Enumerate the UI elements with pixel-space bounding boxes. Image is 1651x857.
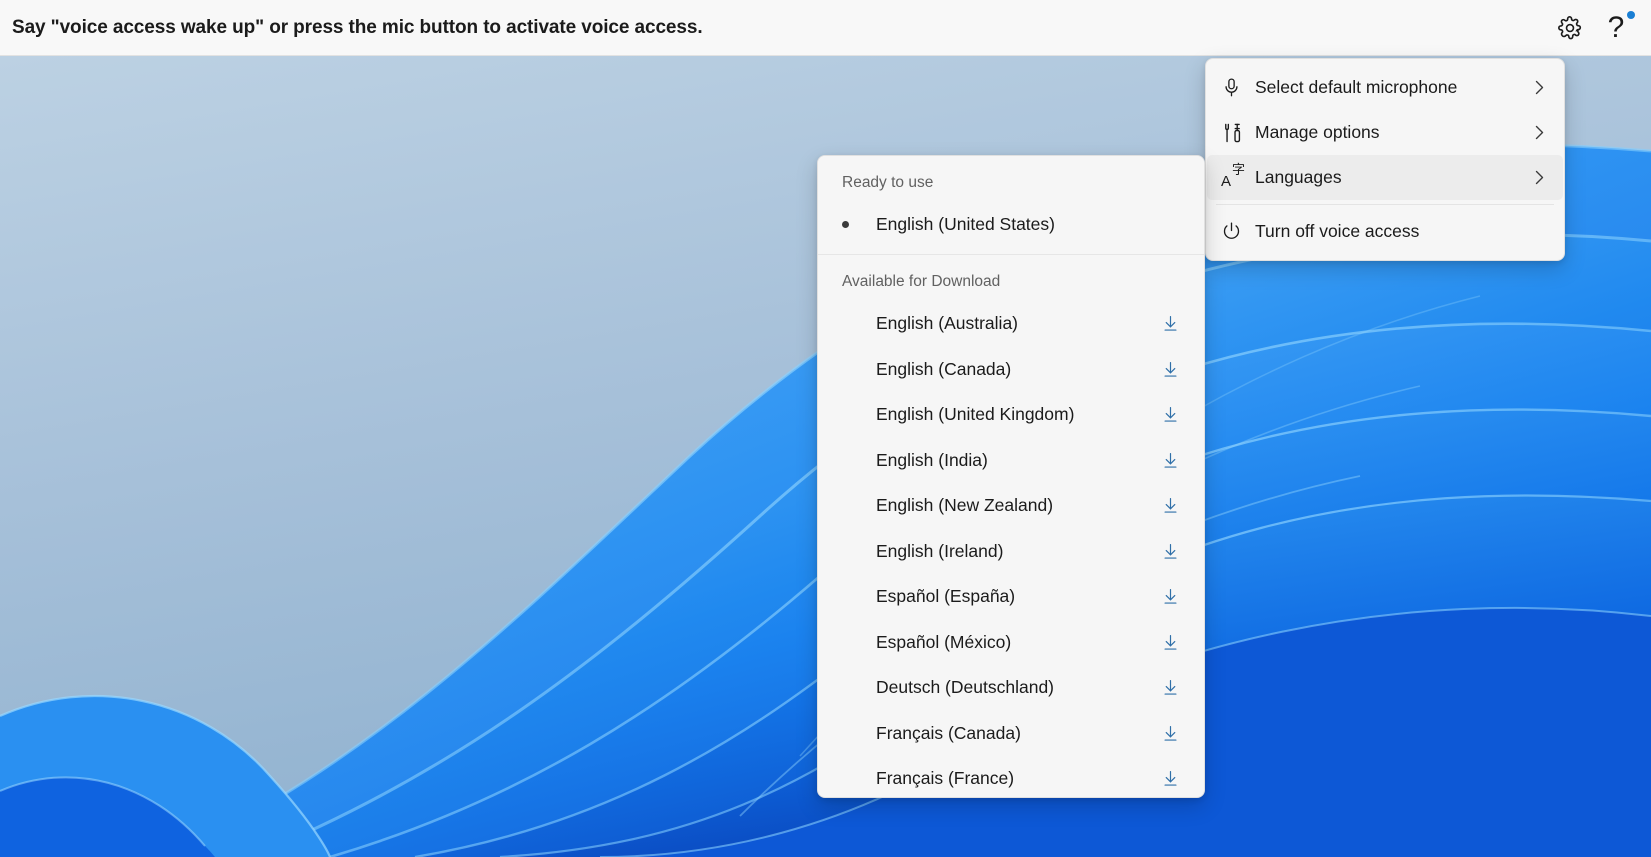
download-icon[interactable] [1156, 542, 1184, 561]
menu-item-label: Turn off voice access [1255, 221, 1420, 241]
ready-to-use-group: Ready to use English (United States) [818, 156, 1204, 255]
chevron-right-icon [1529, 80, 1549, 95]
settings-context-menu: Select default microphone Manage options… [1205, 58, 1565, 261]
language-label: Deutsch (Deutschland) [876, 677, 1054, 698]
download-language-row[interactable]: English (Canada) [818, 347, 1204, 393]
voice-access-bar: Say "voice access wake up" or press the … [0, 0, 1651, 56]
microphone-icon [1221, 77, 1255, 98]
ready-to-use-heading: Ready to use [842, 174, 934, 191]
language-label: Español (España) [876, 586, 1016, 607]
menu-item-manage-options[interactable]: Manage options [1207, 110, 1563, 155]
download-icon[interactable] [1156, 769, 1184, 788]
language-label: English (Australia) [876, 313, 1018, 334]
download-language-row[interactable]: English (India) [818, 438, 1204, 484]
language-label: English (United States) [876, 213, 1055, 234]
download-icon[interactable] [1156, 314, 1184, 333]
power-icon [1221, 221, 1255, 242]
download-language-row[interactable]: English (United Kingdom) [818, 392, 1204, 438]
download-language-row[interactable]: Deutsch (Deutschland) [818, 665, 1204, 711]
download-language-row[interactable]: Español (España) [818, 574, 1204, 620]
voice-access-prompt: Say "voice access wake up" or press the … [12, 16, 703, 38]
language-row-english-united-states[interactable]: English (United States) [818, 202, 1204, 246]
menu-separator [1216, 204, 1554, 205]
download-icon[interactable] [1156, 587, 1184, 606]
tools-icon [1221, 122, 1255, 144]
language-label: Français (France) [876, 768, 1015, 789]
question-mark-icon: ? [1607, 10, 1625, 44]
download-icon[interactable] [1156, 633, 1184, 652]
menu-item-languages[interactable]: A 字 Languages [1207, 155, 1563, 200]
menu-item-label: Languages [1255, 167, 1342, 187]
download-language-row[interactable]: English (Australia) [818, 301, 1204, 347]
languages-flyout: Ready to use English (United States) Ava… [817, 155, 1205, 798]
available-for-download-heading: Available for Download [842, 273, 1001, 290]
language-label: English (Ireland) [876, 540, 1004, 561]
language-label: English (India) [876, 449, 988, 470]
menu-item-turn-off-voice-access[interactable]: Turn off voice access [1207, 209, 1563, 254]
download-icon[interactable] [1156, 405, 1184, 424]
download-icon[interactable] [1156, 724, 1184, 743]
chevron-right-icon [1529, 170, 1549, 185]
gear-icon [1557, 15, 1583, 41]
language-label: English (New Zealand) [876, 495, 1054, 516]
selected-bullet-icon [842, 220, 876, 228]
settings-button[interactable] [1547, 5, 1593, 51]
download-language-row[interactable]: Español (México) [818, 620, 1204, 666]
menu-item-select-default-microphone[interactable]: Select default microphone [1207, 65, 1563, 110]
download-icon[interactable] [1156, 360, 1184, 379]
download-language-row[interactable]: Français (France) [818, 756, 1204, 797]
download-icon[interactable] [1156, 496, 1184, 515]
language-icon: A 字 [1221, 162, 1245, 190]
download-icon[interactable] [1156, 451, 1184, 470]
language-label: Français (Canada) [876, 722, 1021, 743]
download-icon[interactable] [1156, 678, 1184, 697]
menu-item-label: Select default microphone [1255, 77, 1458, 97]
download-language-list: English (Australia) English (Canada) Engli… [818, 301, 1204, 797]
download-language-row[interactable]: Français (Canada) [818, 711, 1204, 757]
menu-item-label: Manage options [1255, 122, 1380, 142]
help-button[interactable]: ? [1593, 5, 1639, 51]
language-label: English (United Kingdom) [876, 404, 1075, 425]
help-notification-badge [1627, 10, 1635, 19]
download-language-row[interactable]: English (New Zealand) [818, 483, 1204, 529]
language-label: English (Canada) [876, 358, 1012, 379]
chevron-right-icon [1529, 125, 1549, 140]
download-language-row[interactable]: English (Ireland) [818, 529, 1204, 575]
language-label: Español (México) [876, 631, 1012, 652]
